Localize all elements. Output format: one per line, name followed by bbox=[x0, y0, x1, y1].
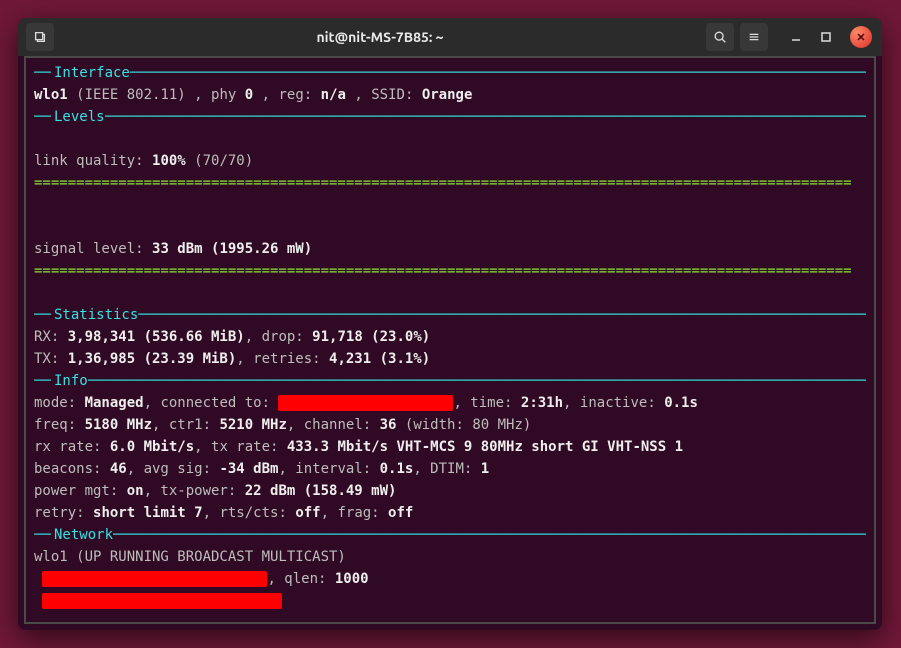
redacted-mac bbox=[42, 571, 267, 587]
terminal-output[interactable]: ──Interface─────────────────────────────… bbox=[24, 56, 876, 624]
tx-line: TX: 1,36,985 (23.39 MiB), retries: 4,231… bbox=[34, 348, 866, 370]
section-statistics: ──Statistics────────────────────────────… bbox=[34, 304, 866, 326]
search-button[interactable] bbox=[706, 23, 734, 51]
freq-line: freq: 5180 MHz, ctr1: 5210 MHz, channel:… bbox=[34, 414, 866, 436]
close-button[interactable] bbox=[850, 26, 872, 48]
rate-line: rx rate: 6.0 Mbit/s, tx rate: 433.3 Mbit… bbox=[34, 436, 866, 458]
mode-line: mode: Managed, connected to: , time: 2:3… bbox=[34, 392, 866, 414]
maximize-icon bbox=[820, 31, 832, 43]
redacted-bssid bbox=[278, 395, 453, 411]
titlebar: nit@nit-MS-7B85: ~ bbox=[18, 18, 882, 56]
section-label: Levels bbox=[54, 106, 105, 128]
menu-button[interactable] bbox=[740, 23, 768, 51]
link-quality-line: link quality: 100% (70/70) bbox=[34, 150, 866, 172]
section-label: Info bbox=[54, 370, 88, 392]
redacted-ip bbox=[42, 593, 282, 609]
close-icon bbox=[856, 32, 866, 42]
section-label: Interface bbox=[54, 62, 130, 84]
minimize-button[interactable] bbox=[784, 25, 808, 49]
link-quality-bar: ========================================… bbox=[34, 172, 866, 194]
network-ip-line bbox=[34, 590, 866, 612]
new-tab-icon bbox=[33, 30, 47, 44]
network-flags-line: wlo1 (UP RUNNING BROADCAST MULTICAST) bbox=[34, 546, 866, 568]
section-label: Statistics bbox=[54, 304, 138, 326]
section-info: ──Info──────────────────────────────────… bbox=[34, 370, 866, 392]
retry-line: retry: short limit 7, rts/cts: off, frag… bbox=[34, 502, 866, 524]
terminal-frame: ──Interface─────────────────────────────… bbox=[18, 56, 882, 630]
power-line: power mgt: on, tx-power: 22 dBm (158.49 … bbox=[34, 480, 866, 502]
maximize-button[interactable] bbox=[814, 25, 838, 49]
hamburger-icon bbox=[747, 30, 761, 44]
network-mac-line: , qlen: 1000 bbox=[34, 568, 866, 590]
interface-line: wlo1 (IEEE 802.11) , phy 0 , reg: n/a , … bbox=[34, 84, 866, 106]
new-tab-button[interactable] bbox=[26, 23, 54, 51]
section-label: Network bbox=[54, 524, 113, 546]
signal-level-bar: ========================================… bbox=[34, 260, 866, 282]
section-interface: ──Interface─────────────────────────────… bbox=[34, 62, 866, 84]
window-title: nit@nit-MS-7B85: ~ bbox=[54, 29, 706, 45]
beacons-line: beacons: 46, avg sig: -34 dBm, interval:… bbox=[34, 458, 866, 480]
rx-line: RX: 3,98,341 (536.66 MiB), drop: 91,718 … bbox=[34, 326, 866, 348]
search-icon bbox=[713, 30, 727, 44]
signal-level-line: signal level: 33 dBm (1995.26 mW) bbox=[34, 238, 866, 260]
section-network: ──Network───────────────────────────────… bbox=[34, 524, 866, 546]
minimize-icon bbox=[790, 31, 802, 43]
terminal-window: nit@nit-MS-7B85: ~ ──Interface────────── bbox=[18, 18, 882, 630]
section-levels: ──Levels────────────────────────────────… bbox=[34, 106, 866, 128]
